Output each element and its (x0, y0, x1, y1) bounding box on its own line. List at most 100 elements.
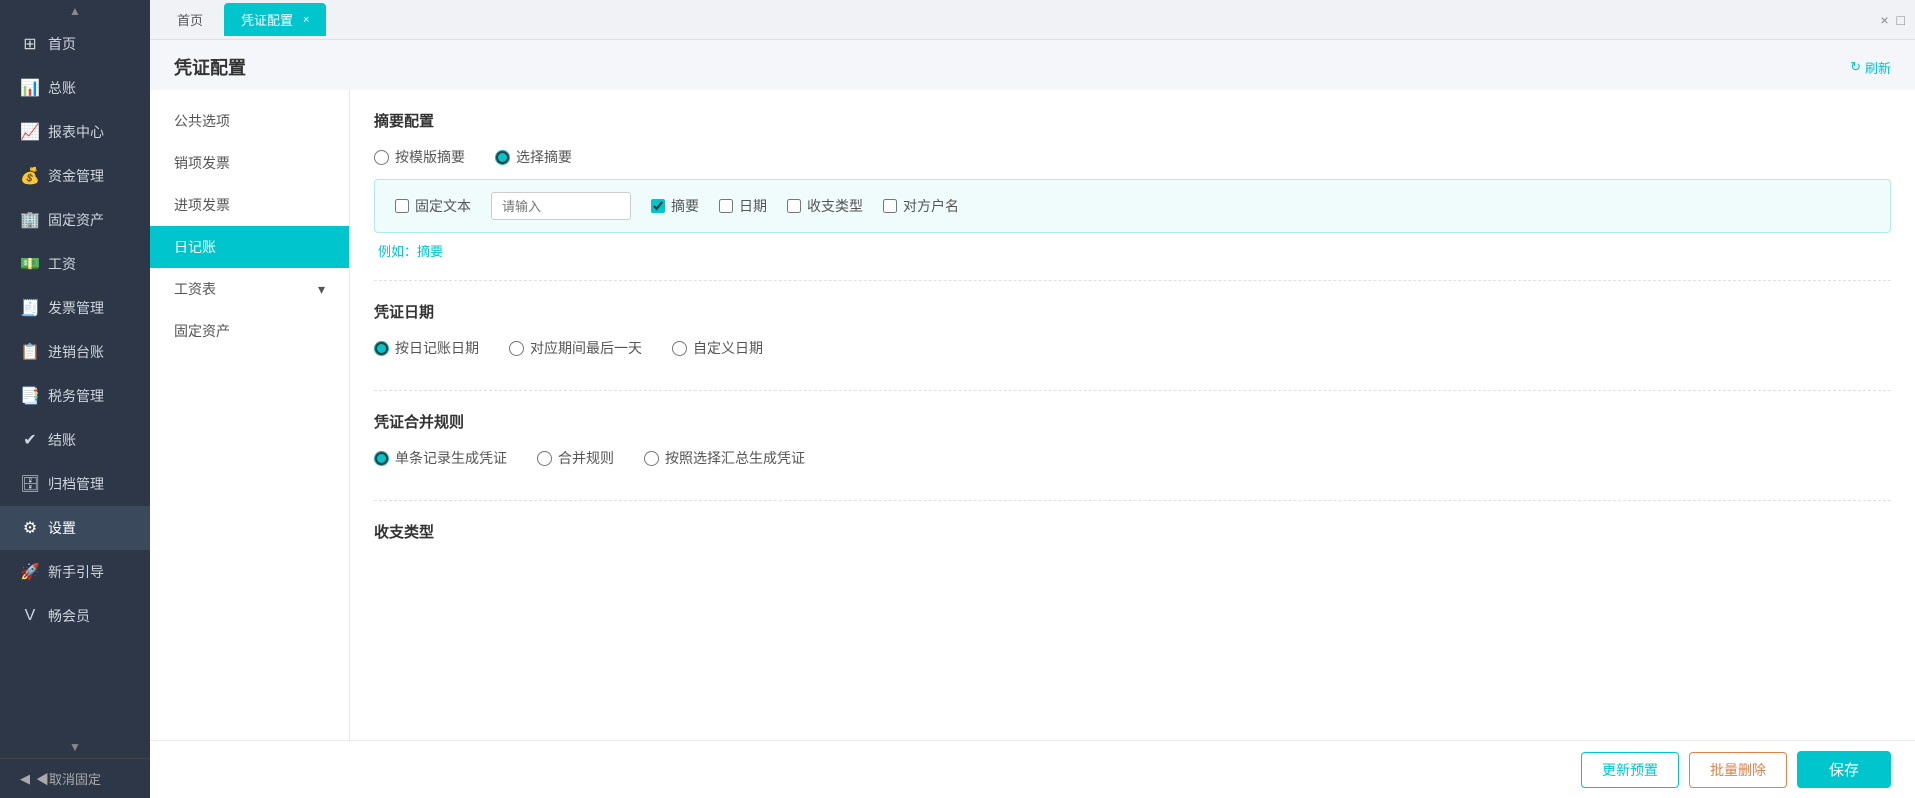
sidebar-item-设置[interactable]: ⚙ 设置 (0, 506, 150, 550)
left-nav-销项发票[interactable]: 销项发票 (150, 142, 349, 184)
sidebar-item-税务管理[interactable]: 📑 税务管理 (0, 374, 150, 418)
radio-select[interactable]: 选择摘要 (495, 147, 572, 167)
main: 首页 凭证配置× × □ 凭证配置 ↻ 刷新 公共选项销项发票进项发票日记账工资表… (150, 0, 1915, 798)
sidebar-item-发票管理[interactable]: 🧾 发票管理 (0, 286, 150, 330)
radio-aggregate-label: 按照选择汇总生成凭证 (665, 448, 805, 468)
checkbox-counterpart-name[interactable]: 对方户名 (883, 196, 959, 216)
radio-custom-date-label: 自定义日期 (693, 338, 763, 358)
checkbox-fixed-text[interactable]: 固定文本 (395, 196, 471, 216)
radio-merge-rule[interactable]: 合并规则 (537, 448, 614, 468)
sidebar-item-进销台账[interactable]: 📋 进销台账 (0, 330, 150, 374)
radio-journal-date-input[interactable] (374, 341, 389, 356)
nav-icon-畅会员: V (20, 607, 40, 625)
sidebar-item-畅会员[interactable]: V 畅会员 (0, 594, 150, 638)
left-nav-固定资产[interactable]: 固定资产 (150, 310, 349, 352)
unpin-label: ◀取消固定 (36, 769, 101, 788)
sidebar-item-工资[interactable]: 💵 工资 (0, 242, 150, 286)
left-nav-进项发票[interactable]: 进项发票 (150, 184, 349, 226)
nav-icon-总账: 📊 (20, 78, 40, 98)
sidebar: ▲ ⊞ 首页📊 总账📈 报表中心💰 资金管理🏢 固定资产💵 工资🧾 发票管理📋 … (0, 0, 150, 798)
checkbox-summary-input[interactable] (651, 199, 665, 213)
checkbox-payment-type-label: 收支类型 (807, 196, 863, 216)
checkbox-date-label: 日期 (739, 196, 767, 216)
radio-template[interactable]: 按模版摘要 (374, 147, 465, 167)
maximize-icon[interactable]: □ (1897, 12, 1905, 28)
radio-single-record-input[interactable] (374, 451, 389, 466)
radio-merge-rule-input[interactable] (537, 451, 552, 466)
section-voucher-date: 凭证日期 按日记账日期 对应期间最后一天 自定义日期 (374, 281, 1891, 391)
checkbox-payment-type-input[interactable] (787, 199, 801, 213)
sidebar-scroll-up[interactable]: ▲ (0, 0, 150, 22)
left-nav-label-日记账: 日记账 (174, 237, 216, 257)
nav-label-新手引导: 新手引导 (48, 562, 104, 582)
left-nav-label-进项发票: 进项发票 (174, 195, 230, 215)
tab-凭证配置[interactable]: 凭证配置× (224, 3, 326, 36)
checkbox-counterpart-name-input[interactable] (883, 199, 897, 213)
nav-icon-结账: ✔ (20, 430, 40, 450)
refresh-button[interactable]: ↻ 刷新 (1850, 58, 1891, 77)
left-nav-label-固定资产: 固定资产 (174, 321, 230, 341)
sidebar-item-归档管理[interactable]: 🗄 归档管理 (0, 462, 150, 506)
nav-label-归档管理: 归档管理 (48, 474, 104, 494)
nav-label-畅会员: 畅会员 (48, 606, 90, 626)
section-voucher-date-title: 凭证日期 (374, 301, 1891, 322)
radio-merge-rule-label: 合并规则 (558, 448, 614, 468)
left-nav-工资表[interactable]: 工资表▾ (150, 268, 349, 310)
checkbox-date-input[interactable] (719, 199, 733, 213)
sidebar-item-新手引导[interactable]: 🚀 新手引导 (0, 550, 150, 594)
tab-首页[interactable]: 首页 (160, 3, 220, 36)
nav-label-报表中心: 报表中心 (48, 122, 104, 142)
checkbox-date[interactable]: 日期 (719, 196, 767, 216)
sidebar-item-首页[interactable]: ⊞ 首页 (0, 22, 150, 66)
left-nav-label-公共选项: 公共选项 (174, 111, 230, 131)
footer-buttons: 更新预置 批量删除 保存 (150, 740, 1915, 798)
tab-close-icon-凭证配置[interactable]: × (303, 14, 309, 26)
nav-label-设置: 设置 (48, 518, 76, 538)
left-nav-日记账[interactable]: 日记账 (150, 226, 349, 268)
left-nav-公共选项[interactable]: 公共选项 (150, 100, 349, 142)
fixed-text-input[interactable] (491, 192, 631, 220)
sidebar-item-结账[interactable]: ✔ 结账 (0, 418, 150, 462)
checkbox-fixed-text-input[interactable] (395, 199, 409, 213)
right-content: 摘要配置 按模版摘要 选择摘要 (350, 90, 1915, 740)
update-preview-button[interactable]: 更新预置 (1581, 752, 1679, 788)
radio-select-input[interactable] (495, 150, 510, 165)
radio-aggregate-input[interactable] (644, 451, 659, 466)
nav-label-税务管理: 税务管理 (48, 386, 104, 406)
checkbox-payment-type[interactable]: 收支类型 (787, 196, 863, 216)
sidebar-scroll-down[interactable]: ▼ (0, 736, 150, 758)
minimize-icon[interactable]: × (1880, 12, 1888, 28)
sidebar-item-报表中心[interactable]: 📈 报表中心 (0, 110, 150, 154)
left-nav: 公共选项销项发票进项发票日记账工资表▾ 固定资产 (150, 90, 350, 740)
nav-icon-发票管理: 🧾 (20, 298, 40, 318)
merge-rule-radio-group: 单条记录生成凭证 合并规则 按照选择汇总生成凭证 (374, 448, 1891, 468)
sidebar-item-资金管理[interactable]: 💰 资金管理 (0, 154, 150, 198)
summary-radio-group: 按模版摘要 选择摘要 (374, 147, 1891, 167)
sidebar-footer[interactable]: ◀ ◀取消固定 (0, 758, 150, 798)
radio-last-day-input[interactable] (509, 341, 524, 356)
radio-aggregate[interactable]: 按照选择汇总生成凭证 (644, 448, 805, 468)
section-payment-type: 收支类型 (374, 501, 1891, 578)
radio-custom-date-input[interactable] (672, 341, 687, 356)
save-button[interactable]: 保存 (1797, 751, 1891, 788)
radio-template-input[interactable] (374, 150, 389, 165)
radio-journal-date[interactable]: 按日记账日期 (374, 338, 479, 358)
sidebar-item-固定资产[interactable]: 🏢 固定资产 (0, 198, 150, 242)
voucher-date-radio-group: 按日记账日期 对应期间最后一天 自定义日期 (374, 338, 1891, 358)
radio-last-day[interactable]: 对应期间最后一天 (509, 338, 642, 358)
checkbox-fixed-text-label: 固定文本 (415, 196, 471, 216)
radio-custom-date[interactable]: 自定义日期 (672, 338, 763, 358)
chevron-down-icon-工资表: ▾ (318, 281, 325, 298)
batch-delete-button[interactable]: 批量删除 (1689, 752, 1787, 788)
nav-icon-归档管理: 🗄 (20, 474, 40, 494)
page-header: 凭证配置 ↻ 刷新 (150, 40, 1915, 90)
checkbox-summary[interactable]: 摘要 (651, 196, 699, 216)
sidebar-item-总账[interactable]: 📊 总账 (0, 66, 150, 110)
nav-label-发票管理: 发票管理 (48, 298, 104, 318)
checkbox-summary-label: 摘要 (671, 196, 699, 216)
tab-label-首页: 首页 (177, 10, 203, 29)
nav-label-进销台账: 进销台账 (48, 342, 104, 362)
section-merge-rule: 凭证合并规则 单条记录生成凭证 合并规则 按照选择汇总生成凭证 (374, 391, 1891, 501)
example-text: 例如：摘要 (374, 241, 1891, 260)
radio-single-record[interactable]: 单条记录生成凭证 (374, 448, 507, 468)
